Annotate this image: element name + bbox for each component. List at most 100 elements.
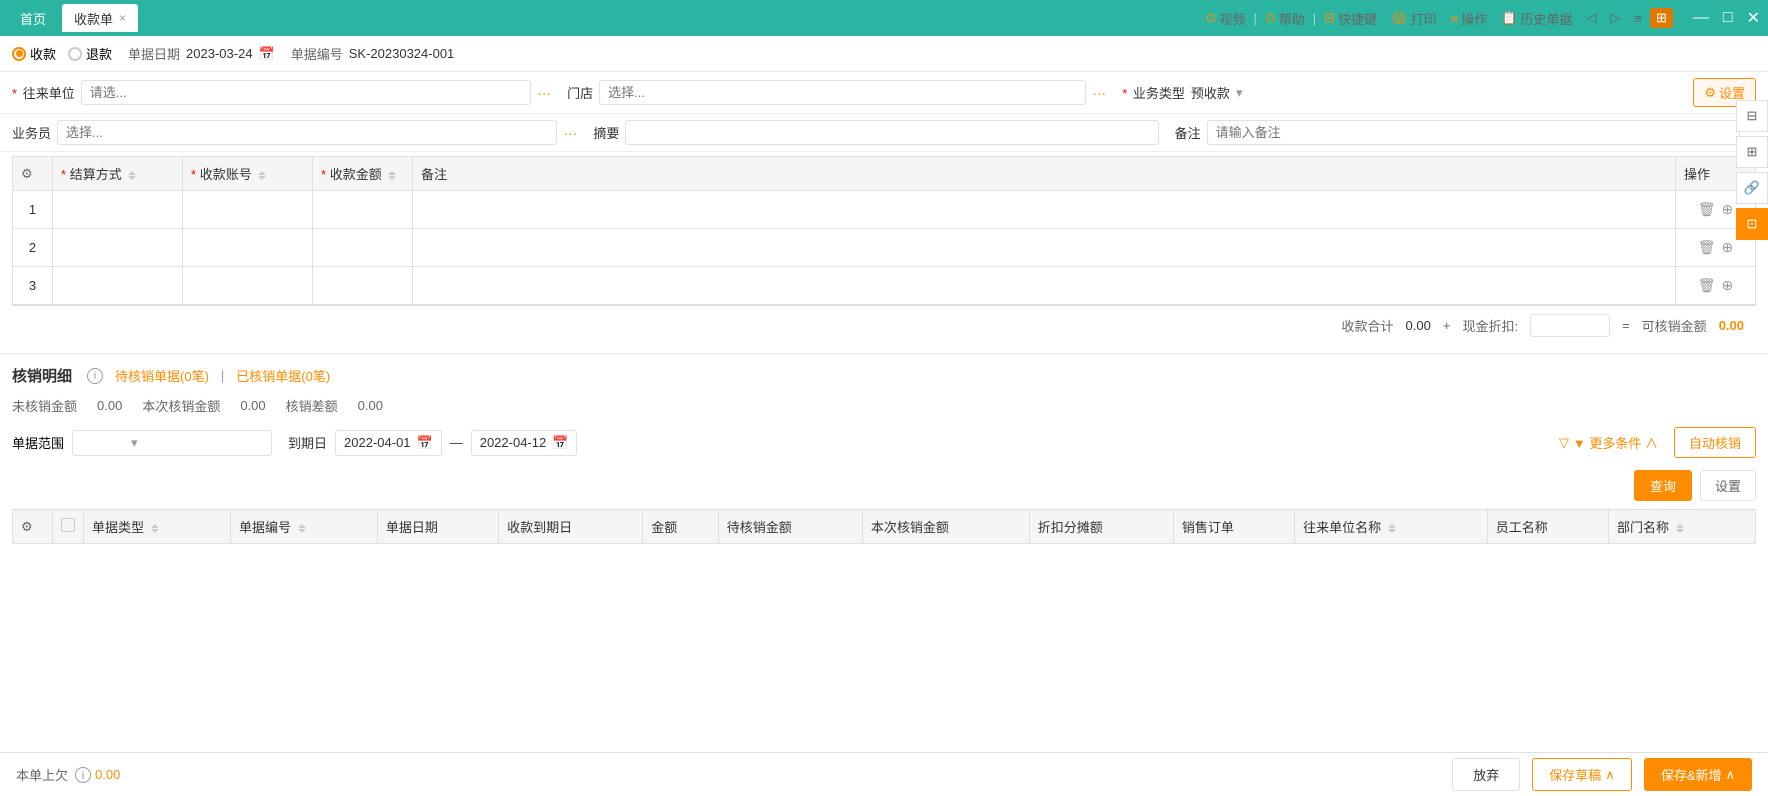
abandon-button[interactable]: 放弃 [1452, 758, 1520, 791]
hx-info-icon[interactable]: i [87, 368, 103, 384]
hx-header-checkbox[interactable] [61, 518, 75, 532]
shortcut-btn[interactable]: ⊟ 快捷键 [1318, 7, 1383, 30]
settle-cell[interactable] [53, 267, 183, 305]
sidebar-icon-3[interactable]: 🔗 [1736, 172, 1768, 204]
settings-gear-icon: ⚙ [1704, 85, 1716, 101]
grid-btn[interactable]: ⊞ [1650, 8, 1673, 28]
receipt-radio[interactable]: 收款 [12, 44, 56, 63]
hx-counterparty-sort[interactable] [1388, 524, 1396, 533]
delete-icon[interactable]: 🗑 [1698, 201, 1716, 218]
hx-type-sort[interactable] [151, 524, 159, 533]
copy-icon[interactable]: ⊕ [1722, 277, 1734, 294]
equals-label: = [1622, 318, 1630, 333]
summary-label: 摘要 [593, 123, 619, 142]
form-header: 收款 退款 单据日期 2023-03-24 📅 单据编号 SK-20230324… [0, 36, 1768, 72]
counterparty-input[interactable] [81, 80, 531, 105]
bottom-info-icon[interactable]: i [75, 767, 91, 783]
account-cell[interactable] [183, 229, 313, 267]
staff-input[interactable] [57, 120, 557, 145]
video-btn[interactable]: ⊙ 视频 [1200, 7, 1252, 30]
counterparty-more-btn[interactable]: ··· [537, 85, 551, 101]
discount-input[interactable] [1530, 314, 1610, 337]
settle-sort-icon[interactable] [128, 171, 136, 180]
sidebar-icon-4[interactable]: ⊡ [1736, 208, 1768, 240]
prev-btn[interactable]: ◁ [1580, 8, 1602, 28]
row-num: 1 [13, 191, 53, 229]
receipt-radio-circle [12, 47, 26, 61]
history-btn[interactable]: 📋 历史单据 [1495, 7, 1578, 30]
save-arrow-icon: ∧ [1725, 767, 1735, 783]
hx-no-sort[interactable] [298, 524, 306, 533]
next-btn[interactable]: ▷ [1604, 8, 1626, 28]
date-label: 单据日期 [128, 44, 180, 63]
window-close-icon[interactable]: ✕ [1747, 8, 1760, 28]
shortcut-label: 快捷键 [1338, 9, 1377, 28]
settle-cell[interactable] [53, 229, 183, 267]
amount-cell[interactable] [313, 229, 413, 267]
date-from-input[interactable]: 2022-04-01 📅 [335, 430, 442, 456]
print-icon: 🖨 [1391, 10, 1408, 26]
account-cell[interactable] [183, 267, 313, 305]
account-cell[interactable] [183, 191, 313, 229]
sidebar-icon-1[interactable]: ⊟ [1736, 100, 1768, 132]
settle-cell[interactable] [53, 191, 183, 229]
amount-sort-icon[interactable] [388, 171, 396, 180]
amount-cell[interactable] [313, 191, 413, 229]
receipt-tab[interactable]: 收款单 × [62, 4, 138, 32]
hx-col-settings[interactable]: ⚙ [13, 510, 53, 544]
query-btn[interactable]: 查询 [1634, 470, 1692, 501]
business-type-select[interactable]: 预收款 ▾ [1191, 83, 1243, 102]
table-settings-icon[interactable]: ⚙ [21, 166, 33, 181]
total-label: 收款合计 [1342, 316, 1394, 335]
hx-col-dept: 部门名称 [1608, 510, 1755, 544]
help-btn[interactable]: ⊙ 帮助 [1259, 7, 1311, 30]
print-label: 打印 [1411, 9, 1437, 28]
hx-settings-icon[interactable]: ⚙ [21, 519, 33, 534]
shortcut-icon: ⊟ [1324, 10, 1335, 26]
list-btn[interactable]: ≡ [1628, 9, 1648, 28]
range-dropdown[interactable]: ▾ [72, 430, 272, 456]
window-maximize-icon[interactable]: □ [1723, 9, 1733, 27]
copy-icon[interactable]: ⊕ [1722, 239, 1734, 256]
store-input[interactable] [599, 80, 1086, 105]
remark-cell[interactable] [413, 229, 1676, 267]
summary-input[interactable] [625, 120, 1158, 145]
hx-settings-btn[interactable]: 设置 [1700, 470, 1756, 501]
date-to-input[interactable]: 2022-04-12 📅 [471, 430, 578, 456]
print-btn[interactable]: 🖨 打印 [1385, 7, 1443, 30]
close-tab-icon[interactable]: × [119, 11, 126, 25]
hx-dept-sort[interactable] [1676, 524, 1684, 533]
hx-col-amount: 金额 [643, 510, 719, 544]
sidebar-icon-2[interactable]: ⊞ [1736, 136, 1768, 168]
hx-tab-pending[interactable]: 待核销单据(0笔) [115, 366, 209, 385]
receipt-table: ⚙ * 结算方式 * 收款账号 * 收款金额 [12, 156, 1756, 305]
no-field: 单据编号 SK-20230324-001 [291, 44, 455, 63]
home-tab[interactable]: 首页 [8, 0, 58, 36]
remark-cell[interactable] [413, 191, 1676, 229]
hx-table: ⚙ 单据类型 单据编号 单据日期 [12, 509, 1756, 544]
delete-icon[interactable]: 🗑 [1698, 239, 1716, 256]
amount-cell[interactable] [313, 267, 413, 305]
delete-icon[interactable]: 🗑 [1698, 277, 1716, 294]
more-filter-btn[interactable]: ▽ ▼ 更多条件 ∧ [1559, 433, 1658, 452]
draft-arrow-icon: ∧ [1605, 767, 1615, 783]
copy-icon[interactable]: ⊕ [1722, 201, 1734, 218]
window-minimize-icon[interactable]: — [1693, 9, 1709, 27]
account-sort-icon[interactable] [258, 171, 266, 180]
staff-more-btn[interactable]: ··· [563, 125, 577, 141]
stat3-label: 核销差额 [286, 396, 338, 415]
history-label: 历史单据 [1520, 9, 1572, 28]
store-more-btn[interactable]: ··· [1092, 85, 1106, 101]
auto-verify-btn[interactable]: 自动核销 [1674, 427, 1756, 458]
remark-input[interactable] [1207, 120, 1740, 145]
range-label: 单据范围 [12, 433, 64, 452]
stat2-value: 0.00 [240, 398, 265, 413]
col-settings-header[interactable]: ⚙ [13, 157, 53, 191]
refund-radio[interactable]: 退款 [68, 44, 112, 63]
actions-btn[interactable]: ≡ 操作 [1445, 7, 1494, 30]
save-new-button[interactable]: 保存&新增 ∧ [1644, 758, 1752, 791]
remark-cell[interactable] [413, 267, 1676, 305]
calendar-icon[interactable]: 📅 [259, 46, 275, 62]
save-draft-button[interactable]: 保存草稿 ∧ [1532, 758, 1632, 791]
hx-tab-done[interactable]: 已核销单据(0笔) [236, 366, 330, 385]
